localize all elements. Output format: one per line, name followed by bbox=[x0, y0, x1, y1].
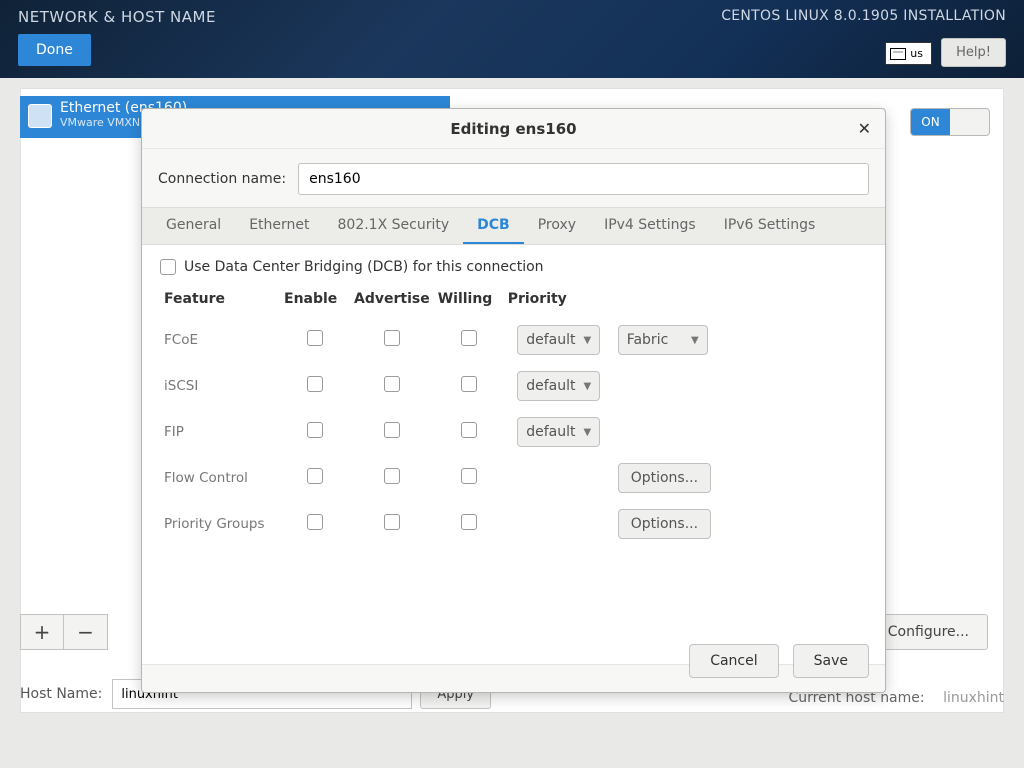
tab-dcb[interactable]: DCB bbox=[463, 208, 524, 244]
done-button[interactable]: Done bbox=[18, 34, 91, 66]
keyboard-icon bbox=[890, 48, 906, 60]
tab-ethernet[interactable]: Ethernet bbox=[235, 208, 323, 244]
tab-ipv6[interactable]: IPv6 Settings bbox=[710, 208, 830, 244]
col-feature: Feature bbox=[160, 285, 280, 317]
fcoe-priority-value: default bbox=[526, 332, 575, 348]
dialog-title: Editing ens160 bbox=[450, 120, 576, 138]
fcoe-advertise-checkbox[interactable] bbox=[384, 330, 400, 346]
fcoe-willing-checkbox[interactable] bbox=[461, 330, 477, 346]
fip-enable-checkbox[interactable] bbox=[307, 422, 323, 438]
dcb-row-pg: Priority Groups Options... bbox=[160, 501, 867, 547]
current-hostname-value: linuxhint bbox=[943, 690, 1004, 706]
installer-title: CENTOS LINUX 8.0.1905 INSTALLATION bbox=[721, 8, 1006, 24]
edit-connection-dialog: Editing ens160 ✕ Connection name: Genera… bbox=[141, 108, 886, 693]
iscsi-priority-dropdown[interactable]: default ▼ bbox=[517, 371, 600, 401]
fip-label: FIP bbox=[160, 409, 280, 455]
chevron-down-icon: ▼ bbox=[583, 381, 591, 392]
keyboard-layout-label: us bbox=[910, 47, 923, 60]
col-priority: Priority bbox=[504, 285, 614, 317]
hostname-label: Host Name: bbox=[20, 686, 102, 702]
dialog-close-button[interactable]: ✕ bbox=[858, 119, 871, 138]
iscsi-label: iSCSI bbox=[160, 363, 280, 409]
chevron-down-icon: ▼ bbox=[691, 335, 699, 346]
connection-name-row: Connection name: bbox=[142, 149, 885, 207]
tab-ipv4[interactable]: IPv4 Settings bbox=[590, 208, 710, 244]
tab-proxy[interactable]: Proxy bbox=[524, 208, 590, 244]
connection-name-label: Connection name: bbox=[158, 171, 286, 187]
dialog-tabs: General Ethernet 802.1X Security DCB Pro… bbox=[142, 207, 885, 245]
installer-header: NETWORK & HOST NAME CENTOS LINUX 8.0.190… bbox=[0, 0, 1024, 78]
pg-advertise-checkbox[interactable] bbox=[384, 514, 400, 530]
flow-willing-checkbox[interactable] bbox=[461, 468, 477, 484]
cancel-button[interactable]: Cancel bbox=[689, 644, 778, 678]
dcb-tab-body: Use Data Center Bridging (DCB) for this … bbox=[142, 245, 885, 665]
pg-enable-checkbox[interactable] bbox=[307, 514, 323, 530]
fip-willing-checkbox[interactable] bbox=[461, 422, 477, 438]
flow-options-button[interactable]: Options... bbox=[618, 463, 711, 493]
iscsi-priority-value: default bbox=[526, 378, 575, 394]
chevron-down-icon: ▼ bbox=[583, 427, 591, 438]
iscsi-willing-checkbox[interactable] bbox=[461, 376, 477, 392]
fip-advertise-checkbox[interactable] bbox=[384, 422, 400, 438]
pg-options-button[interactable]: Options... bbox=[618, 509, 711, 539]
dcb-row-flow: Flow Control Options... bbox=[160, 455, 867, 501]
tab-general[interactable]: General bbox=[152, 208, 235, 244]
iscsi-enable-checkbox[interactable] bbox=[307, 376, 323, 392]
fcoe-label: FCoE bbox=[160, 317, 280, 363]
col-willing: Willing bbox=[434, 285, 504, 317]
flow-enable-checkbox[interactable] bbox=[307, 468, 323, 484]
dcb-row-fip: FIP default ▼ bbox=[160, 409, 867, 455]
fcoe-mode-value: Fabric bbox=[627, 332, 669, 348]
help-button[interactable]: Help! bbox=[941, 38, 1006, 67]
tab-8021x[interactable]: 802.1X Security bbox=[324, 208, 464, 244]
interface-list-buttons: + − bbox=[20, 614, 108, 650]
dcb-header-row: Feature Enable Advertise Willing Priorit… bbox=[160, 285, 867, 317]
page-title: NETWORK & HOST NAME bbox=[18, 8, 216, 26]
flow-advertise-checkbox[interactable] bbox=[384, 468, 400, 484]
connection-name-input[interactable] bbox=[298, 163, 869, 195]
dcb-row-iscsi: iSCSI default ▼ bbox=[160, 363, 867, 409]
save-button[interactable]: Save bbox=[793, 644, 869, 678]
fcoe-enable-checkbox[interactable] bbox=[307, 330, 323, 346]
add-interface-button[interactable]: + bbox=[20, 614, 64, 650]
fcoe-priority-dropdown[interactable]: default ▼ bbox=[517, 325, 600, 355]
dcb-row-fcoe: FCoE default ▼ Fabric ▼ bbox=[160, 317, 867, 363]
col-advertise: Advertise bbox=[350, 285, 434, 317]
dcb-feature-table: Feature Enable Advertise Willing Priorit… bbox=[160, 285, 867, 547]
interface-toggle[interactable]: ON bbox=[910, 108, 990, 136]
dcb-enable-label: Use Data Center Bridging (DCB) for this … bbox=[184, 259, 544, 275]
toggle-off-side bbox=[950, 109, 989, 135]
fip-priority-value: default bbox=[526, 424, 575, 440]
pg-willing-checkbox[interactable] bbox=[461, 514, 477, 530]
fcoe-mode-dropdown[interactable]: Fabric ▼ bbox=[618, 325, 708, 355]
dialog-actions: Cancel Save bbox=[689, 644, 869, 678]
flow-label: Flow Control bbox=[160, 455, 280, 501]
remove-interface-button[interactable]: − bbox=[64, 614, 108, 650]
dcb-enable-row: Use Data Center Bridging (DCB) for this … bbox=[160, 259, 867, 275]
iscsi-advertise-checkbox[interactable] bbox=[384, 376, 400, 392]
fip-priority-dropdown[interactable]: default ▼ bbox=[517, 417, 600, 447]
keyboard-layout-indicator[interactable]: us bbox=[885, 42, 932, 65]
col-enable: Enable bbox=[280, 285, 350, 317]
toggle-on-label: ON bbox=[911, 109, 950, 135]
dialog-title-bar: Editing ens160 ✕ bbox=[142, 109, 885, 149]
pg-label: Priority Groups bbox=[160, 501, 280, 547]
configure-button[interactable]: Configure... bbox=[869, 614, 988, 650]
dcb-enable-checkbox[interactable] bbox=[160, 259, 176, 275]
chevron-down-icon: ▼ bbox=[583, 335, 591, 346]
nic-icon bbox=[28, 104, 52, 128]
